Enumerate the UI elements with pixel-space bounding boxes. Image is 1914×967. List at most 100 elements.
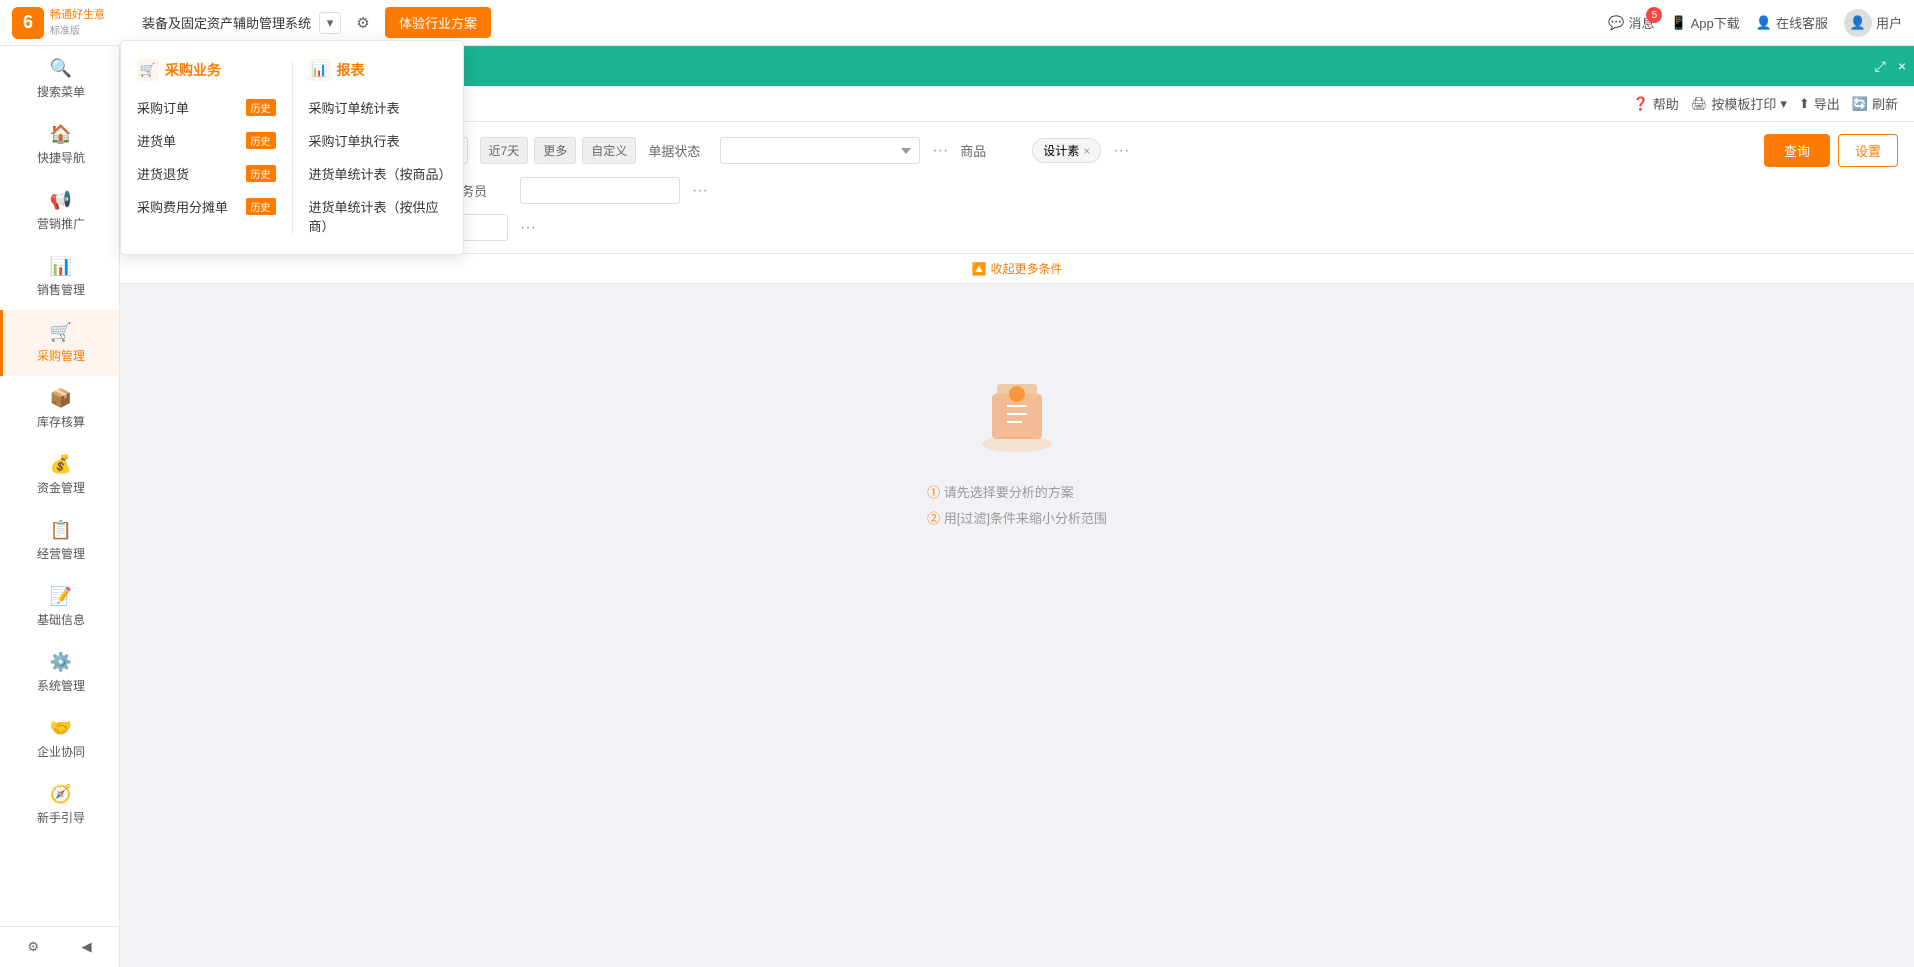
sidebar-bottom: ⚙ ◀ <box>0 926 119 967</box>
empty-hint-1: ① 请先选择要分析的方案 <box>927 480 1107 506</box>
empty-num-1: ① <box>927 485 940 500</box>
sidebar-item-operations[interactable]: 📋 经营管理 <box>0 508 119 574</box>
goods-tag-close[interactable]: × <box>1083 144 1090 158</box>
collapse-label: 收起更多条件 <box>990 260 1062 277</box>
sidebar-item-system[interactable]: ⚙️ 系统管理 <box>0 640 119 706</box>
sidebar-item-search-label: 搜索菜单 <box>37 83 85 100</box>
box-icon: 📦 <box>50 388 72 409</box>
logo-area: 6 畅通好生意 标准版 <box>12 7 132 39</box>
dropdown-item-po-stats-label: 采购订单统计表 <box>309 98 400 117</box>
tab-fullscreen-btn[interactable]: ⤢ <box>1875 58 1886 75</box>
sidebar-item-sales[interactable]: 📊 销售管理 <box>0 244 119 310</box>
customer-dots[interactable]: ··· <box>520 219 536 237</box>
sidebar-item-finance[interactable]: 💰 资金管理 <box>0 442 119 508</box>
online-service-action[interactable]: 👤 在线客服 <box>1756 13 1828 32</box>
salesperson-input[interactable] <box>520 177 680 204</box>
dropdown-item-goods-return[interactable]: 进货退货 历史 <box>129 157 284 190</box>
export-action[interactable]: ⬆ 导出 <box>1799 94 1840 113</box>
purchase-order-history-badge: 历史 <box>246 99 276 116</box>
dropdown-item-receipt-stats-supplier[interactable]: 进货单统计表（按供应商） <box>301 190 456 242</box>
sidebar-settings-btn[interactable]: ⚙ <box>27 939 39 955</box>
megaphone-icon: 📢 <box>50 190 72 211</box>
export-label: 导出 <box>1814 94 1840 113</box>
set-btn[interactable]: 设置 <box>1838 134 1898 167</box>
clipboard-icon: 📋 <box>50 520 72 541</box>
tab-bar-right: ⤢ × <box>1875 58 1906 75</box>
sidebar-item-cooperation[interactable]: 🤝 企业协同 <box>0 706 119 772</box>
header-right: 💬 消息 5 📱 App下载 👤 在线客服 👤 用户 <box>1608 9 1902 37</box>
app-download-action[interactable]: 📱 App下载 <box>1670 13 1739 32</box>
dropdown-item-receipt-stats-goods[interactable]: 进货单统计表（按商品） <box>301 157 456 190</box>
message-action[interactable]: 💬 消息 5 <box>1608 13 1654 32</box>
empty-hint-2: ② 用[过滤]条件来缩小分析范围 <box>927 506 1107 532</box>
handshake-icon: 🤝 <box>50 718 72 739</box>
refresh-action[interactable]: 🔄 刷新 <box>1852 94 1898 113</box>
sidebar-item-marketing[interactable]: 📢 营销推广 <box>0 178 119 244</box>
sidebar-item-basic-info[interactable]: 📝 基础信息 <box>0 574 119 640</box>
report-col-title-text: 报表 <box>337 60 365 80</box>
gear-icon: ⚙️ <box>50 652 72 673</box>
goods-return-history-badge: 历史 <box>246 165 276 182</box>
sidebar-item-guide-label: 新手引导 <box>37 809 85 826</box>
tab-close-all-btn[interactable]: × <box>1898 58 1906 74</box>
print-icon: 🖨 <box>1691 96 1708 112</box>
help-action[interactable]: ❓ 帮助 <box>1633 94 1679 113</box>
memo-icon: 📝 <box>50 586 72 607</box>
system-dropdown-btn[interactable]: ▾ <box>319 12 341 34</box>
date-quick-btns: 近7天 更多 自定义 <box>480 137 637 164</box>
logo-text: 畅通好生意 标准版 <box>50 8 105 37</box>
goods-tag-text: 设计素 <box>1043 142 1079 159</box>
help-label: 帮助 <box>1653 94 1679 113</box>
print-action[interactable]: 🖨 按模板打印 ▾ <box>1691 94 1787 113</box>
cart-icon: 🛒 <box>50 322 72 343</box>
dropdown-item-po-stats[interactable]: 采购订单统计表 <box>301 91 456 124</box>
sidebar-item-inventory[interactable]: 📦 库存核算 <box>0 376 119 442</box>
voucher-status-dots[interactable]: ··· <box>932 142 948 160</box>
salesperson-dots[interactable]: ··· <box>692 182 708 200</box>
money-icon: 💰 <box>50 454 72 475</box>
purchase-expense-history-badge: 历史 <box>246 198 276 215</box>
voucher-status-select[interactable] <box>720 137 920 164</box>
empty-hint-1-text: 请先选择要分析的方案 <box>944 485 1074 500</box>
sidebar-item-sales-label: 销售管理 <box>37 281 85 298</box>
dropdown-item-purchase-expense[interactable]: 采购费用分摊单 历史 <box>129 190 284 223</box>
phone-icon: 📱 <box>1670 15 1686 31</box>
message-icon: 💬 <box>1608 15 1624 31</box>
message-badge: 5 <box>1646 7 1662 23</box>
dropdown-col-report: 📊 报表 采购订单统计表 采购订单执行表 进货单统计表（按商品） 进货单统计表（… <box>293 53 464 242</box>
purchase-col-title-text: 采购业务 <box>165 60 221 80</box>
dropdown-col-purchase: 🛒 采购业务 采购订单 历史 进货单 历史 进货退货 历史 采购费用分摊单 历史 <box>121 53 292 242</box>
sidebar-item-finance-label: 资金管理 <box>37 479 85 496</box>
dropdown-item-goods-receipt[interactable]: 进货单 历史 <box>129 124 284 157</box>
goods-dots[interactable]: ··· <box>1113 142 1129 160</box>
refresh-label: 刷新 <box>1872 94 1898 113</box>
query-btn[interactable]: 查询 <box>1764 134 1830 167</box>
dropdown-item-po-exec-label: 采购订单执行表 <box>309 131 400 150</box>
header-settings-icon[interactable]: ⚙ <box>349 9 377 37</box>
logo-name: 畅通好生意 <box>50 8 105 22</box>
dropdown-item-po-exec[interactable]: 采购订单执行表 <box>301 124 456 157</box>
quick-7days-btn[interactable]: 近7天 <box>480 137 529 164</box>
collapse-row[interactable]: 🔼 收起更多条件 <box>120 254 1914 284</box>
sidebar-item-guide[interactable]: 🧭 新手引导 <box>0 772 119 838</box>
chart-icon: 📊 <box>50 256 72 277</box>
goods-receipt-history-badge: 历史 <box>246 132 276 149</box>
user-action[interactable]: 👤 用户 <box>1844 9 1902 37</box>
quick-more-btn[interactable]: 更多 <box>534 137 576 164</box>
industry-btn[interactable]: 体验行业方案 <box>385 7 491 38</box>
purchase-col-icon: 🛒 <box>137 59 159 81</box>
export-icon: ⬆ <box>1799 96 1810 112</box>
empty-state: ① 请先选择要分析的方案 ② 用[过滤]条件来缩小分析范围 <box>120 284 1914 612</box>
sidebar-item-search[interactable]: 🔍 搜索菜单 <box>0 46 119 112</box>
sidebar: 🔍 搜索菜单 🏠 快捷导航 📢 营销推广 📊 销售管理 🛒 采购管理 📦 库存核… <box>0 46 120 967</box>
sidebar-item-quick-nav[interactable]: 🏠 快捷导航 <box>0 112 119 178</box>
sidebar-collapse-btn[interactable]: ◀ <box>82 939 92 955</box>
quick-custom-btn[interactable]: 自定义 <box>582 137 636 164</box>
dropdown-item-purchase-order[interactable]: 采购订单 历史 <box>129 91 284 124</box>
sidebar-item-system-label: 系统管理 <box>37 677 85 694</box>
user-label: 用户 <box>1876 13 1902 32</box>
dropdown-item-receipt-stats-goods-label: 进货单统计表（按商品） <box>309 164 448 183</box>
dropdown-item-receipt-stats-supplier-label: 进货单统计表（按供应商） <box>309 197 448 235</box>
sidebar-item-purchase[interactable]: 🛒 采购管理 <box>0 310 119 376</box>
sidebar-item-basic-info-label: 基础信息 <box>37 611 85 628</box>
